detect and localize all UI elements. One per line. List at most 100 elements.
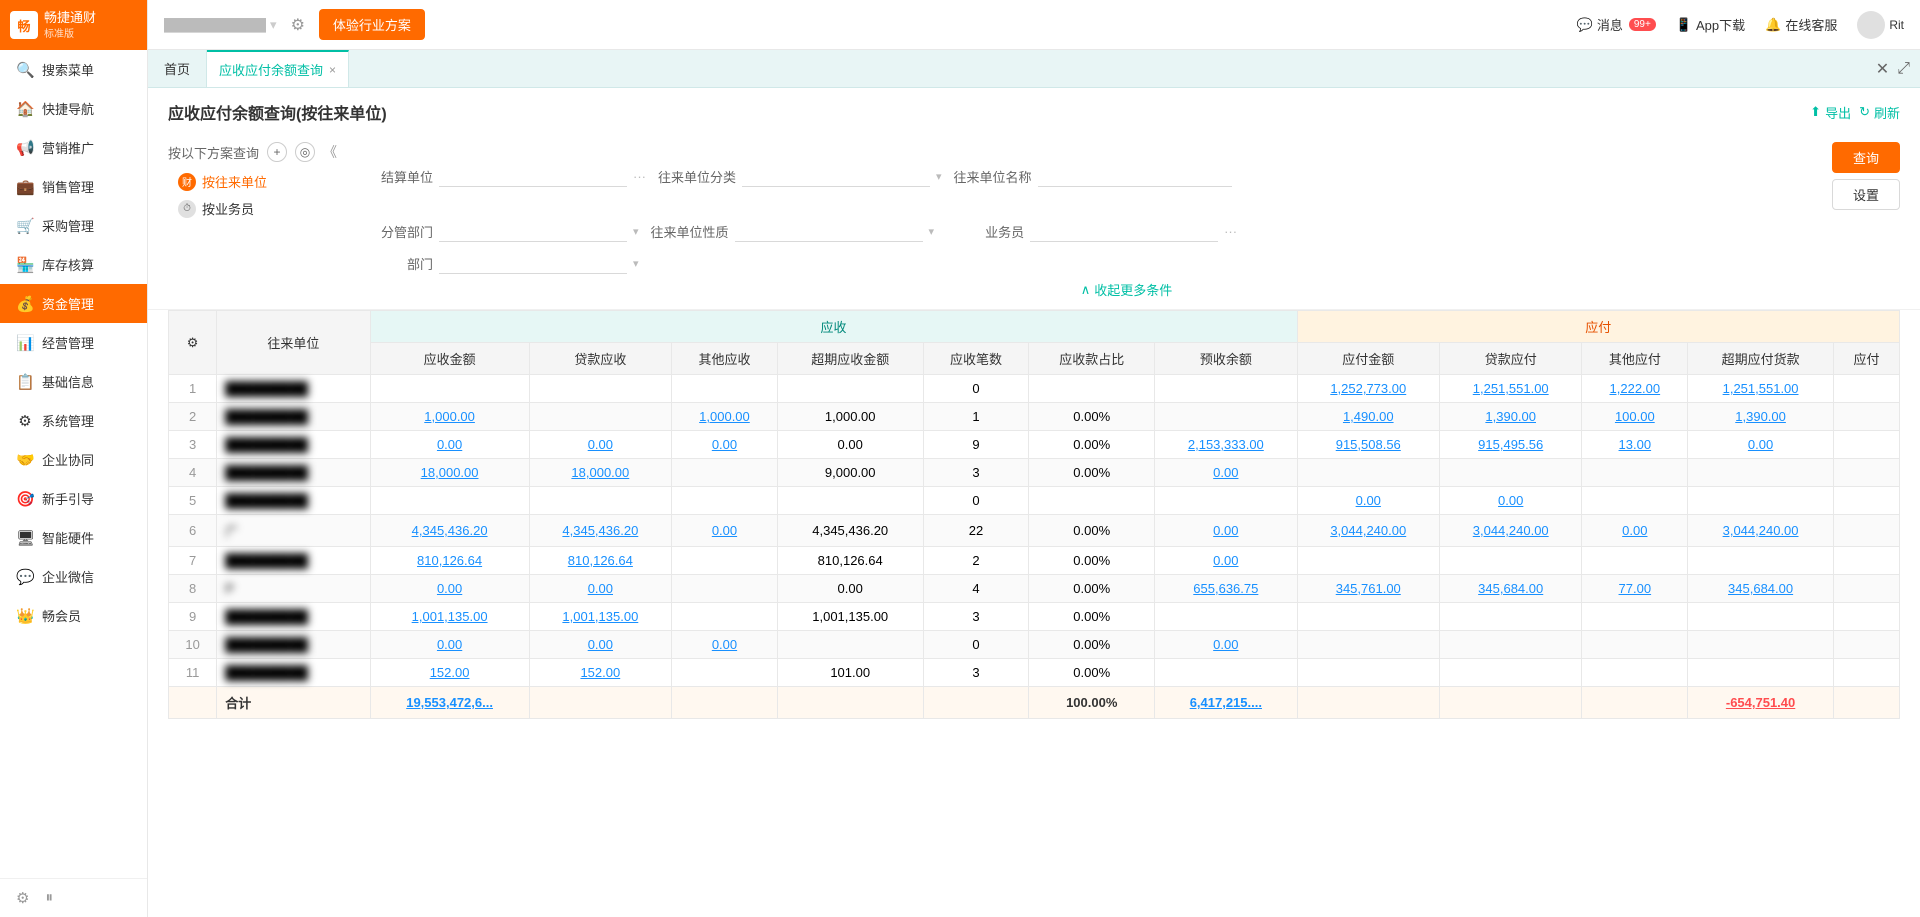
data-cell[interactable]: [1155, 403, 1297, 431]
data-cell[interactable]: 0.00: [1439, 487, 1581, 515]
unit-nature-input[interactable]: [735, 220, 923, 242]
sidebar-item-sales[interactable]: 💼 销售管理: [0, 167, 147, 206]
sidebar-item-hardware[interactable]: 🖥 智能硬件: [0, 518, 147, 557]
dept-manage-arrow[interactable]: ▾: [633, 225, 639, 238]
data-cell[interactable]: [370, 375, 529, 403]
data-cell[interactable]: 152.00: [529, 659, 671, 687]
data-cell[interactable]: 0.00: [1688, 431, 1834, 459]
data-cell[interactable]: 1,000.00: [370, 403, 529, 431]
table-scroll[interactable]: ⚙ 往来单位 应收 应付 应收金额 贷款应收 其他应收 超期应收金额 应收笔数: [168, 310, 1900, 719]
data-cell[interactable]: [1155, 659, 1297, 687]
data-cell[interactable]: [1297, 459, 1439, 487]
data-cell[interactable]: 0.00: [529, 431, 671, 459]
user-avatar-area[interactable]: Rit: [1857, 11, 1904, 39]
data-cell[interactable]: 655,636.75: [1155, 575, 1297, 603]
data-cell[interactable]: 18,000.00: [529, 459, 671, 487]
data-cell[interactable]: [1439, 659, 1581, 687]
data-cell[interactable]: 0.00: [1582, 515, 1688, 547]
export-button[interactable]: ⬆ 导出: [1810, 103, 1851, 122]
data-cell[interactable]: [1155, 375, 1297, 403]
data-cell[interactable]: [1688, 659, 1834, 687]
settlement-unit-input[interactable]: [439, 165, 627, 187]
filter-add-btn[interactable]: +: [267, 142, 287, 162]
data-cell[interactable]: 3,044,240.00: [1439, 515, 1581, 547]
data-cell[interactable]: [1439, 459, 1581, 487]
data-cell[interactable]: 0.00: [370, 631, 529, 659]
data-cell[interactable]: [1297, 659, 1439, 687]
data-cell[interactable]: 0.00: [672, 431, 778, 459]
data-cell[interactable]: [529, 487, 671, 515]
data-cell[interactable]: [1582, 487, 1688, 515]
data-cell[interactable]: 810,126.64: [529, 547, 671, 575]
data-cell[interactable]: [1582, 459, 1688, 487]
data-cell[interactable]: 0.00: [1155, 459, 1297, 487]
tab-active-receivable[interactable]: 应收应付余额查询 ×: [207, 50, 349, 87]
data-cell[interactable]: 1,252,773.00: [1297, 375, 1439, 403]
app-download-btn[interactable]: 📱 App下载: [1676, 15, 1745, 34]
tab-maximize-btn[interactable]: ⤢: [1897, 60, 1910, 78]
tab-home[interactable]: 首页: [148, 50, 207, 87]
data-cell[interactable]: 1,222.00: [1582, 375, 1688, 403]
messages-btn[interactable]: 💬 消息 99+: [1577, 15, 1656, 34]
data-cell[interactable]: [672, 575, 778, 603]
sidebar-item-system[interactable]: ⚙ 系统管理: [0, 401, 147, 440]
data-cell[interactable]: [672, 459, 778, 487]
sidebar-item-basic[interactable]: 📋 基础信息: [0, 362, 147, 401]
data-cell[interactable]: 0.00: [529, 575, 671, 603]
data-cell[interactable]: [1688, 631, 1834, 659]
data-cell[interactable]: 915,495.56: [1439, 431, 1581, 459]
sidebar-item-guide[interactable]: 🎯 新手引导: [0, 479, 147, 518]
total-advance[interactable]: 6,417,215....: [1155, 687, 1297, 719]
data-cell[interactable]: 0.00: [370, 431, 529, 459]
data-cell[interactable]: 810,126.64: [370, 547, 529, 575]
query-button[interactable]: 查询: [1832, 142, 1900, 173]
unit-category-input[interactable]: [742, 165, 930, 187]
sidebar-item-search[interactable]: 🔍 搜索菜单: [0, 50, 147, 89]
data-cell[interactable]: [1688, 603, 1834, 631]
data-cell[interactable]: [1688, 459, 1834, 487]
dept-manage-input[interactable]: [439, 220, 627, 242]
data-cell[interactable]: 1,251,551.00: [1439, 375, 1581, 403]
tab-close-window-btn[interactable]: ✕: [1876, 59, 1889, 79]
data-cell[interactable]: 0.00: [370, 575, 529, 603]
data-cell[interactable]: [529, 375, 671, 403]
data-cell[interactable]: [1297, 603, 1439, 631]
data-cell[interactable]: 2,153,333.00: [1155, 431, 1297, 459]
table-settings-icon[interactable]: ⚙: [187, 335, 199, 350]
data-cell[interactable]: [1297, 631, 1439, 659]
data-cell[interactable]: 1,490.00: [1297, 403, 1439, 431]
data-cell[interactable]: [1688, 547, 1834, 575]
scheme-item-unit[interactable]: 财 按往来单位: [178, 172, 337, 191]
data-cell[interactable]: 345,684.00: [1688, 575, 1834, 603]
data-cell[interactable]: 0.00: [1155, 515, 1297, 547]
data-cell[interactable]: 77.00: [1582, 575, 1688, 603]
data-cell[interactable]: 1,390.00: [1439, 403, 1581, 431]
data-cell[interactable]: [1439, 547, 1581, 575]
data-cell[interactable]: [529, 403, 671, 431]
unit-category-arrow[interactable]: ▾: [936, 170, 942, 183]
sidebar-item-marketing[interactable]: 📢 营销推广: [0, 128, 147, 167]
topbar-gear-icon[interactable]: ⚙: [291, 15, 305, 35]
data-cell[interactable]: 1,000.00: [672, 403, 778, 431]
data-cell[interactable]: 4,345,436.20: [370, 515, 529, 547]
data-cell[interactable]: 1,001,135.00: [370, 603, 529, 631]
sidebar-item-inventory[interactable]: 🏪 库存核算: [0, 245, 147, 284]
data-cell[interactable]: [672, 659, 778, 687]
data-cell[interactable]: [1582, 603, 1688, 631]
solution-button[interactable]: 体验行业方案: [319, 9, 425, 40]
refresh-button[interactable]: ↻ 刷新: [1859, 103, 1900, 122]
data-cell[interactable]: 1,001,135.00: [529, 603, 671, 631]
settings-bottom-icon[interactable]: ⚙: [16, 889, 29, 907]
collapse-more-btn[interactable]: ∧ 收起更多条件: [353, 280, 1900, 299]
data-cell[interactable]: [370, 487, 529, 515]
data-cell[interactable]: 0.00: [1155, 547, 1297, 575]
data-cell[interactable]: 13.00: [1582, 431, 1688, 459]
sidebar-item-member[interactable]: 👑 畅会员: [0, 596, 147, 635]
data-cell[interactable]: [672, 375, 778, 403]
data-cell[interactable]: 1,390.00: [1688, 403, 1834, 431]
data-cell[interactable]: 915,508.56: [1297, 431, 1439, 459]
data-cell[interactable]: 345,761.00: [1297, 575, 1439, 603]
filter-collapse-btn[interactable]: 《: [323, 142, 337, 162]
data-cell[interactable]: [1155, 603, 1297, 631]
data-cell[interactable]: 3,044,240.00: [1688, 515, 1834, 547]
